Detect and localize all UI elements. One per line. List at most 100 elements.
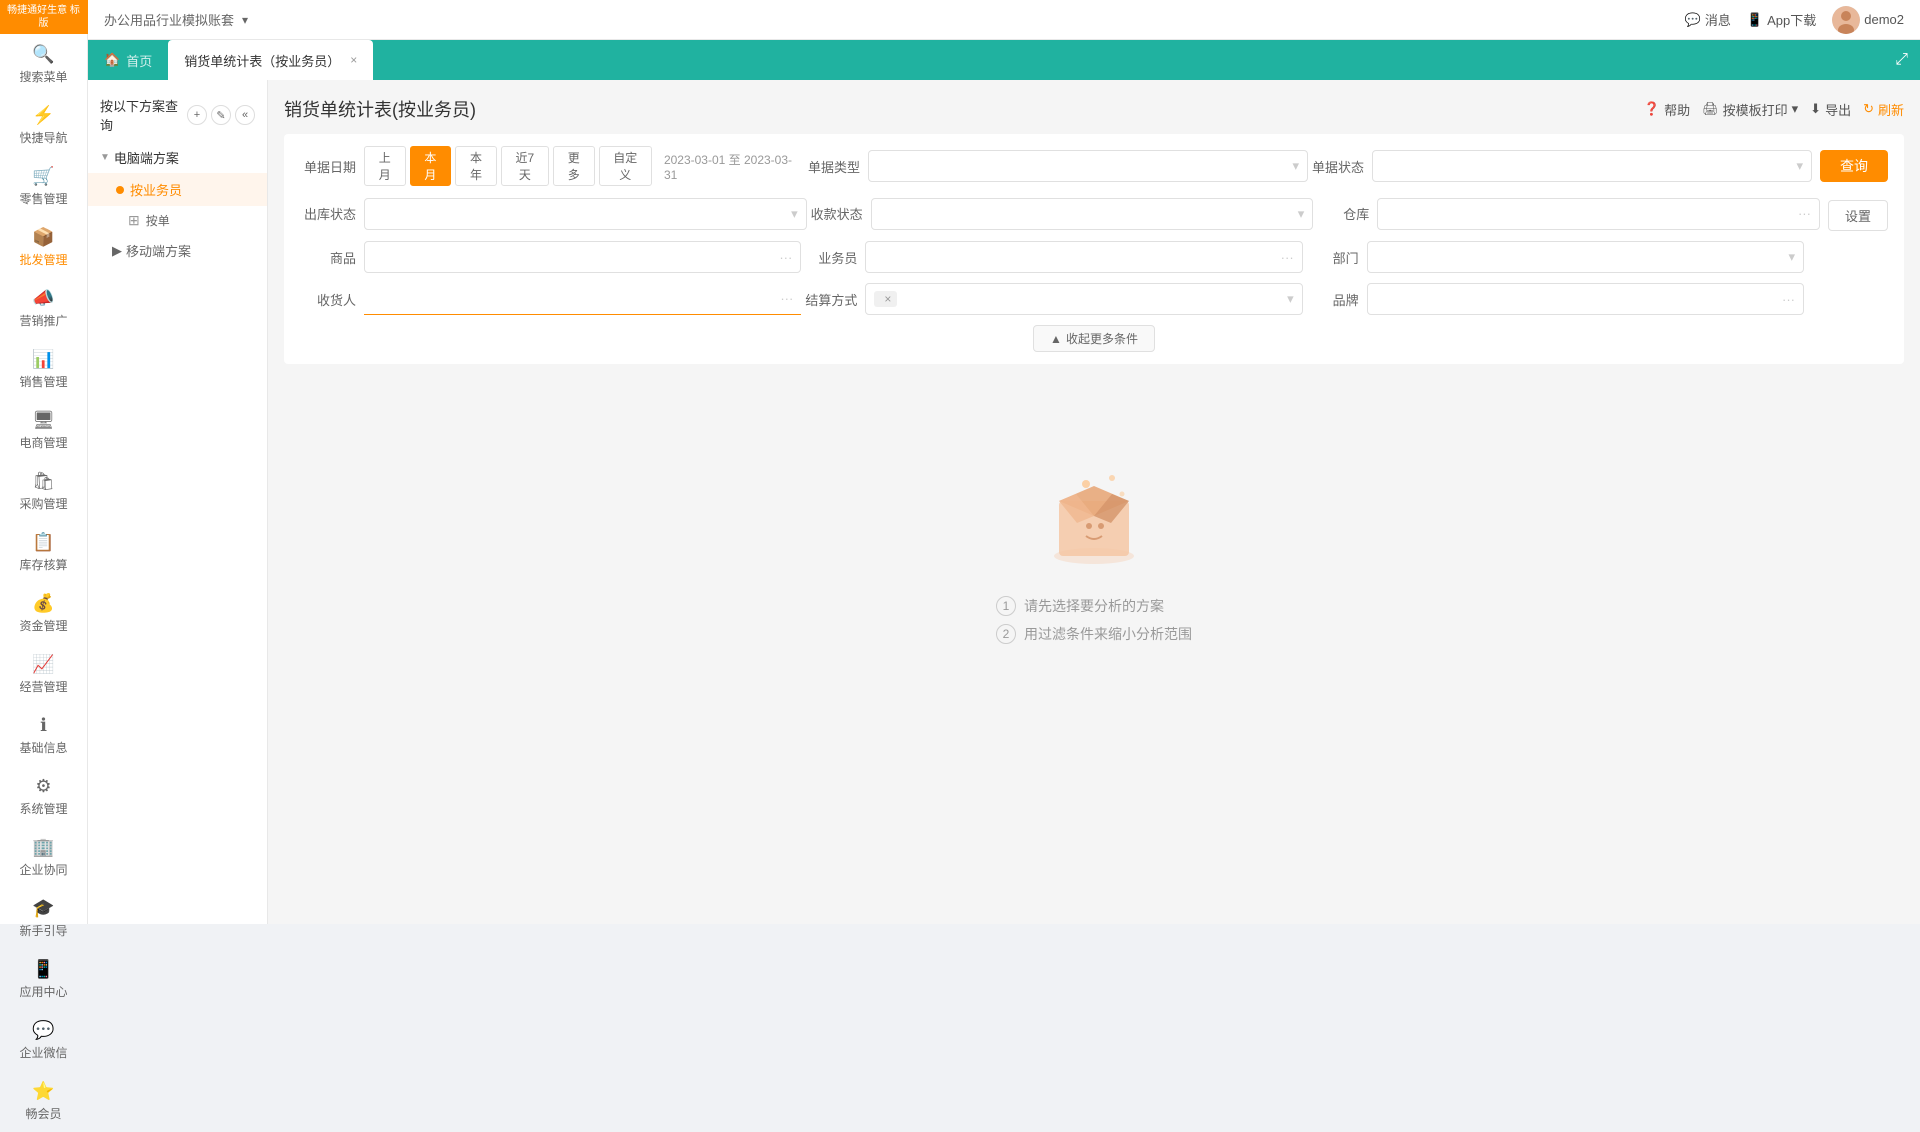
topbar-dropdown-icon[interactable]: ▾ <box>242 13 248 27</box>
message-button[interactable]: 💬 消息 <box>1685 10 1731 29</box>
page-actions: ❓ 帮助 🖨 按模板打印 ▾ ⬇ 导出 ↻ 刷新 <box>1644 100 1904 119</box>
edit-icon: ✎ <box>216 109 225 122</box>
empty-tip-1: 1 请先选择要分析的方案 <box>996 596 1192 616</box>
receiver-input[interactable]: ··· <box>364 283 801 315</box>
help-button[interactable]: ❓ 帮助 <box>1644 100 1690 119</box>
tip-number-1: 1 <box>996 596 1016 616</box>
empty-state: 1 请先选择要分析的方案 2 用过滤条件来缩小分析范围 <box>284 376 1904 724</box>
newbie-icon: 🎓 <box>32 898 54 919</box>
sidebar-item-member[interactable]: ⭐ 畅会员 <box>0 1071 87 1132</box>
scheme-by-order[interactable]: ⊞ 按单 <box>88 206 267 235</box>
print-icon: 🖨 <box>1702 101 1719 117</box>
sidebar-item-sales[interactable]: 📊 销售管理 <box>0 339 87 400</box>
receiver-dots: ··· <box>780 291 793 306</box>
payment-method-label: 结算方式 <box>801 290 857 309</box>
sidebar-item-retail[interactable]: 🛒 零售管理 <box>0 156 87 217</box>
topbar-right: 💬 消息 📱 App下载 demo2 <box>1685 6 1904 34</box>
date-buttons: 上月 本月 本年 近7天 更多 自定义 <box>364 146 652 186</box>
refresh-button[interactable]: ↻ 刷新 <box>1863 100 1904 119</box>
app-logo: 畅捷通好生意 标版 <box>0 0 88 34</box>
export-button[interactable]: ⬇ 导出 <box>1810 100 1851 119</box>
date-custom[interactable]: 自定义 <box>599 146 652 186</box>
date-range-display: 2023-03-01 至 2023-03-31 <box>664 151 804 182</box>
desktop-scheme-group: ▼ 电脑端方案 按业务员 ⊞ 按单 ▶ 移动端方案 <box>88 142 267 266</box>
department-label: 部门 <box>1303 248 1359 267</box>
tab-home[interactable]: 🏠 首页 <box>88 40 168 80</box>
date-more[interactable]: 更多 <box>553 146 595 186</box>
date-last-month[interactable]: 上月 <box>364 146 406 186</box>
salesperson-input[interactable]: ··· <box>865 241 1302 273</box>
arrow-down-icon: ▼ <box>100 152 110 163</box>
doc-type-arrow: ▾ <box>1292 158 1299 174</box>
left-panel-actions: + ✎ « <box>187 105 255 125</box>
active-dot <box>116 186 124 194</box>
add-scheme-button[interactable]: + <box>187 105 207 125</box>
system-icon: ⚙ <box>35 776 51 797</box>
page-title: 销货单统计表(按业务员) <box>284 96 476 122</box>
sidebar-item-wholesale[interactable]: 📦 批发管理 <box>0 217 87 278</box>
sidebar-item-basic[interactable]: ℹ 基础信息 <box>0 705 87 766</box>
tabbar: 🏠 首页 销货单统计表（按业务员） × ⤢ <box>88 40 1920 80</box>
sidebar-item-purchase[interactable]: 🛍 采购管理 <box>0 461 87 522</box>
sidebar-item-inventory[interactable]: 📋 库存核算 <box>0 522 87 583</box>
warehouse-input[interactable]: ··· <box>1377 198 1820 230</box>
sidebar-item-finance[interactable]: 💰 资金管理 <box>0 583 87 644</box>
query-action-buttons: 查询 <box>1820 150 1888 182</box>
desktop-group-title[interactable]: ▼ 电脑端方案 <box>88 142 267 173</box>
date-label: 单据日期 <box>300 157 356 176</box>
date-this-month[interactable]: 本月 <box>410 146 452 186</box>
payment-arrow: ▾ <box>1287 291 1294 307</box>
topbar-title: 办公用品行业模拟账套 <box>104 10 234 29</box>
sidebar-item-ecommerce[interactable]: 🖥 电商管理 <box>0 400 87 461</box>
sidebar: 畅捷通好生意 标版 🔍 搜索菜单 ⚡ 快捷导航 🛒 零售管理 📦 批发管理 📣 … <box>0 0 88 924</box>
empty-illustration <box>1034 456 1154 576</box>
out-status-input[interactable]: ▾ <box>364 198 807 230</box>
sidebar-item-marketing[interactable]: 📣 营销推广 <box>0 278 87 339</box>
warehouse-label: 仓库 <box>1313 204 1369 223</box>
app-download-button[interactable]: 📱 App下载 <box>1747 10 1816 29</box>
right-panel: 销货单统计表(按业务员) ❓ 帮助 🖨 按模板打印 ▾ ⬇ 导出 <box>268 80 1920 924</box>
tab-active[interactable]: 销货单统计表（按业务员） × <box>168 40 373 80</box>
empty-tip-2: 2 用过滤条件来缩小分析范围 <box>996 624 1192 644</box>
query-button[interactable]: 查询 <box>1820 150 1888 182</box>
refresh-icon: ↻ <box>1863 101 1874 117</box>
brand-input[interactable]: ··· <box>1367 283 1804 315</box>
goods-input[interactable]: ··· <box>364 241 801 273</box>
edit-scheme-button[interactable]: ✎ <box>211 105 231 125</box>
sidebar-item-system[interactable]: ⚙ 系统管理 <box>0 766 87 827</box>
department-input[interactable]: ▾ <box>1367 241 1804 273</box>
receive-status-input[interactable]: ▾ <box>871 198 1314 230</box>
wechat-icon: 💬 <box>32 1020 54 1041</box>
sidebar-item-search[interactable]: 🔍 搜索菜单 <box>0 34 87 95</box>
payment-method-input[interactable]: × ▾ <box>865 283 1302 315</box>
receiver-label: 收货人 <box>300 290 356 309</box>
sidebar-item-enterprise[interactable]: 🏢 企业协同 <box>0 827 87 888</box>
settings-button[interactable]: 设置 <box>1828 200 1888 231</box>
search-icon: 🔍 <box>32 44 54 65</box>
date-last-7days[interactable]: 近7天 <box>501 146 549 186</box>
sidebar-item-wechat[interactable]: 💬 企业微信 <box>0 1010 87 1071</box>
tab-expand-button[interactable]: ⤢ <box>1883 51 1920 69</box>
doc-type-input[interactable]: ▾ <box>868 150 1308 182</box>
date-this-year[interactable]: 本年 <box>455 146 497 186</box>
collapse-filters-button[interactable]: ▲ 收起更多条件 <box>1033 325 1155 352</box>
user-avatar-button[interactable]: demo2 <box>1832 6 1904 34</box>
empty-tips: 1 请先选择要分析的方案 2 用过滤条件来缩小分析范围 <box>996 596 1192 644</box>
sidebar-item-apps[interactable]: 📱 应用中心 <box>0 949 87 1010</box>
sidebar-item-shortcut[interactable]: ⚡ 快捷导航 <box>0 95 87 156</box>
add-icon: + <box>194 109 200 121</box>
sidebar-item-operation[interactable]: 📈 经营管理 <box>0 644 87 705</box>
scheme-by-salesperson[interactable]: 按业务员 <box>88 173 267 206</box>
tip-number-2: 2 <box>996 624 1016 644</box>
doc-status-input[interactable]: ▾ <box>1372 150 1812 182</box>
tab-close-icon[interactable]: × <box>350 53 357 67</box>
collapse-panel-button[interactable]: « <box>235 105 255 125</box>
print-button[interactable]: 🖨 按模板打印 ▾ <box>1702 100 1798 119</box>
goods-label: 商品 <box>300 248 356 267</box>
home-icon: 🏠 <box>104 52 120 68</box>
warehouse-dots: ··· <box>1798 206 1811 221</box>
left-panel-header: 按以下方案查询 + ✎ « <box>88 88 267 142</box>
mobile-group-title[interactable]: ▶ 移动端方案 <box>88 235 267 266</box>
sidebar-item-newbie[interactable]: 🎓 新手引导 <box>0 888 87 949</box>
payment-tag-clear[interactable]: × <box>884 292 891 306</box>
